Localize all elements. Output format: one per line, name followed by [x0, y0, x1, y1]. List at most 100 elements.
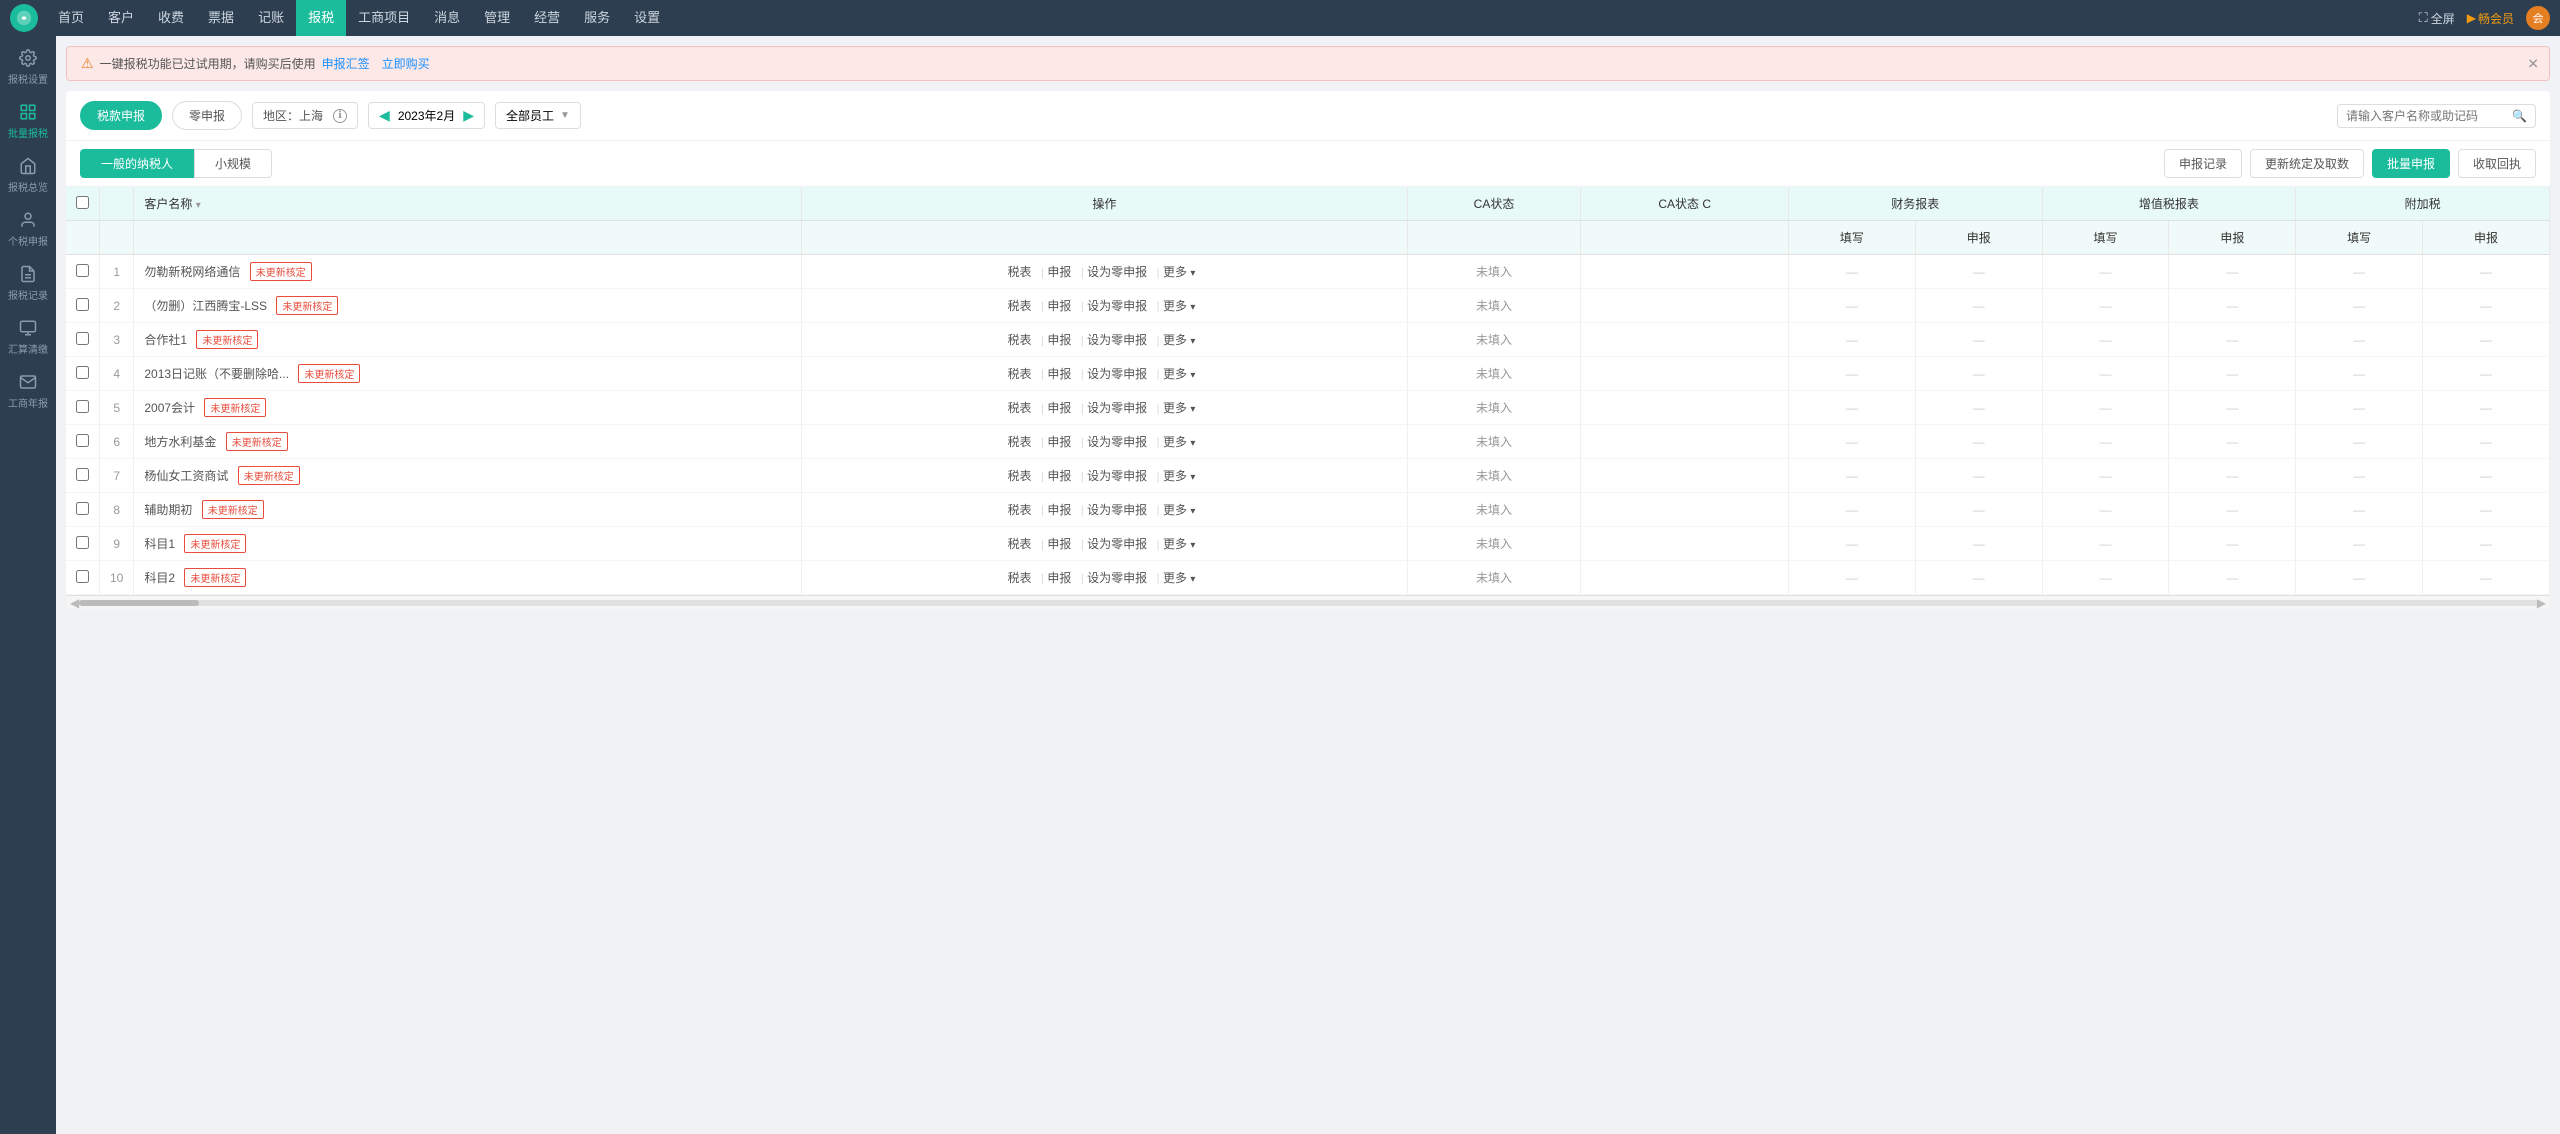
- op-set-zero[interactable]: 设为零申报: [1087, 299, 1147, 313]
- horizontal-scrollbar[interactable]: ◀ ▶: [66, 595, 2550, 609]
- banner-link-buy[interactable]: 立即购买: [382, 55, 430, 72]
- tab-zero-declaration[interactable]: 零申报: [172, 101, 242, 130]
- op-tax-form[interactable]: 税表: [1008, 435, 1032, 449]
- op-declare[interactable]: 申报: [1047, 469, 1071, 483]
- op-tax-form[interactable]: 税表: [1008, 469, 1032, 483]
- banner-close-button[interactable]: ✕: [2527, 55, 2539, 72]
- op-tax-form[interactable]: 税表: [1008, 537, 1032, 551]
- fullscreen-btn[interactable]: ⛶ 全屏: [2419, 10, 2455, 27]
- select-all-checkbox[interactable]: [76, 196, 89, 209]
- scroll-left-btn[interactable]: ◀: [70, 596, 79, 610]
- op-declare[interactable]: 申报: [1047, 401, 1071, 415]
- scroll-right-btn[interactable]: ▶: [2537, 596, 2546, 610]
- row-checkbox[interactable]: [76, 400, 89, 413]
- op-more[interactable]: 更多 ▾: [1163, 537, 1195, 551]
- th-add-write: 填写: [2296, 221, 2423, 255]
- op-declare[interactable]: 申报: [1047, 435, 1071, 449]
- search-icon[interactable]: 🔍: [2512, 109, 2527, 123]
- nav-item-message[interactable]: 消息: [422, 0, 472, 36]
- nav-item-home[interactable]: 首页: [46, 0, 96, 36]
- op-more[interactable]: 更多 ▾: [1163, 401, 1195, 415]
- tab-general-taxpayer[interactable]: 一般的纳税人: [80, 149, 194, 178]
- sort-icon[interactable]: ▾: [196, 200, 201, 211]
- row-checkbox[interactable]: [76, 570, 89, 583]
- op-declare[interactable]: 申报: [1047, 537, 1071, 551]
- vip-btn[interactable]: ▶ 畅会员: [2467, 10, 2514, 27]
- op-declare[interactable]: 申报: [1047, 333, 1071, 347]
- op-tax-form[interactable]: 税表: [1008, 299, 1032, 313]
- search-input[interactable]: [2346, 109, 2506, 123]
- nav-item-invoice[interactable]: 票据: [196, 0, 246, 36]
- nav-item-tax[interactable]: 报税: [296, 0, 346, 36]
- sidebar-item-personal-tax[interactable]: 个税申报: [0, 202, 56, 256]
- op-more[interactable]: 更多 ▾: [1163, 503, 1195, 517]
- next-month-button[interactable]: ▶: [463, 107, 474, 124]
- op-tax-form[interactable]: 税表: [1008, 401, 1032, 415]
- op-set-zero[interactable]: 设为零申报: [1087, 401, 1147, 415]
- nav-item-accounting[interactable]: 记账: [246, 0, 296, 36]
- op-set-zero[interactable]: 设为零申报: [1087, 571, 1147, 585]
- op-set-zero[interactable]: 设为零申报: [1087, 367, 1147, 381]
- tab-tax-declaration[interactable]: 税款申报: [80, 101, 162, 130]
- op-more[interactable]: 更多 ▾: [1163, 367, 1195, 381]
- op-declare[interactable]: 申报: [1047, 265, 1071, 279]
- op-set-zero[interactable]: 设为零申报: [1087, 537, 1147, 551]
- op-set-zero[interactable]: 设为零申报: [1087, 435, 1147, 449]
- row-checkbox[interactable]: [76, 434, 89, 447]
- avatar[interactable]: 会: [2526, 6, 2550, 30]
- op-more[interactable]: 更多 ▾: [1163, 265, 1195, 279]
- row-checkbox[interactable]: [76, 468, 89, 481]
- row-add-write: —: [2296, 425, 2423, 459]
- op-tax-form[interactable]: 税表: [1008, 503, 1032, 517]
- op-declare[interactable]: 申报: [1047, 571, 1071, 585]
- nav-item-customer[interactable]: 客户: [96, 0, 146, 36]
- row-checkbox[interactable]: [76, 536, 89, 549]
- nav-item-fee[interactable]: 收费: [146, 0, 196, 36]
- sidebar-item-batch-tax[interactable]: 批量报税: [0, 94, 56, 148]
- op-more[interactable]: 更多 ▾: [1163, 571, 1195, 585]
- op-set-zero[interactable]: 设为零申报: [1087, 265, 1147, 279]
- sidebar-item-annual-report[interactable]: 工商年报: [0, 364, 56, 418]
- nav-item-settings[interactable]: 设置: [622, 0, 672, 36]
- nav-item-management[interactable]: 管理: [472, 0, 522, 36]
- op-more[interactable]: 更多 ▾: [1163, 299, 1195, 313]
- scroll-track[interactable]: [79, 600, 2537, 606]
- row-num: 4: [100, 357, 134, 391]
- sidebar-item-tax-record[interactable]: 报税记录: [0, 256, 56, 310]
- sidebar-item-tax-overview[interactable]: 报税总览: [0, 148, 56, 202]
- op-declare[interactable]: 申报: [1047, 367, 1071, 381]
- region-selector[interactable]: 地区：上海 ℹ: [252, 102, 358, 129]
- sidebar-item-tax-settings[interactable]: 报税设置: [0, 40, 56, 94]
- op-tax-form[interactable]: 税表: [1008, 367, 1032, 381]
- prev-month-button[interactable]: ◀: [379, 107, 390, 124]
- op-tax-form[interactable]: 税表: [1008, 571, 1032, 585]
- banner-link-report[interactable]: 申报汇签: [322, 55, 370, 72]
- batch-report-button[interactable]: 批量申报: [2372, 149, 2450, 178]
- op-declare[interactable]: 申报: [1047, 503, 1071, 517]
- op-set-zero[interactable]: 设为零申报: [1087, 469, 1147, 483]
- op-set-zero[interactable]: 设为零申报: [1087, 503, 1147, 517]
- row-checkbox[interactable]: [76, 298, 89, 311]
- row-checkbox[interactable]: [76, 332, 89, 345]
- op-more[interactable]: 更多 ▾: [1163, 435, 1195, 449]
- op-tax-form[interactable]: 税表: [1008, 265, 1032, 279]
- update-stats-button[interactable]: 更新统定及取数: [2250, 149, 2364, 178]
- record-button[interactable]: 申报记录: [2164, 149, 2242, 178]
- op-declare[interactable]: 申报: [1047, 299, 1071, 313]
- scroll-thumb[interactable]: [79, 600, 199, 606]
- op-set-zero[interactable]: 设为零申报: [1087, 333, 1147, 347]
- nav-item-industrial[interactable]: 工商项目: [346, 0, 422, 36]
- retrieve-button[interactable]: 收取回执: [2458, 149, 2536, 178]
- row-checkbox[interactable]: [76, 366, 89, 379]
- op-tax-form[interactable]: 税表: [1008, 333, 1032, 347]
- region-info-icon[interactable]: ℹ: [333, 109, 347, 123]
- sidebar-item-annual-settlement[interactable]: 汇算清缴: [0, 310, 56, 364]
- row-checkbox[interactable]: [76, 264, 89, 277]
- nav-item-service[interactable]: 服务: [572, 0, 622, 36]
- op-more[interactable]: 更多 ▾: [1163, 333, 1195, 347]
- op-more[interactable]: 更多 ▾: [1163, 469, 1195, 483]
- row-checkbox[interactable]: [76, 502, 89, 515]
- staff-dropdown[interactable]: 全部员工 ▼: [495, 102, 581, 129]
- tab-small-scale[interactable]: 小规模: [194, 149, 272, 178]
- nav-item-operation[interactable]: 经营: [522, 0, 572, 36]
